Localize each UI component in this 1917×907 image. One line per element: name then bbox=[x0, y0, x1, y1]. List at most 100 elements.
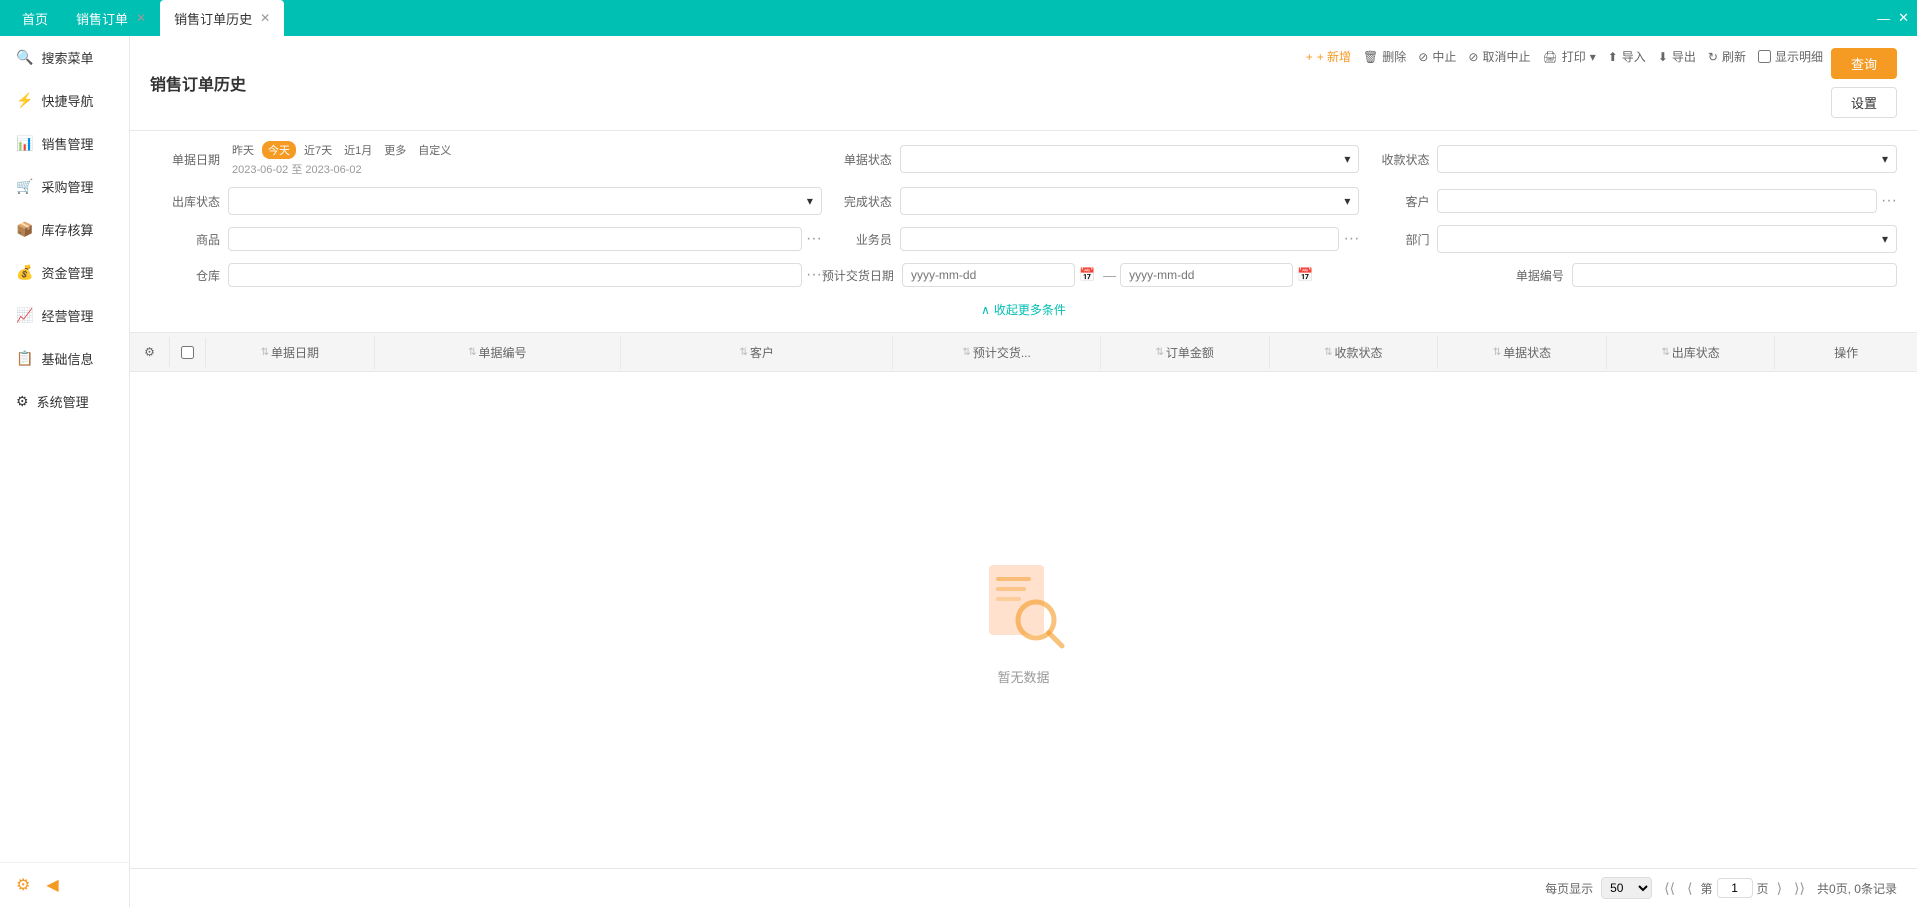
import-button[interactable]: ⬆ 导入 bbox=[1608, 48, 1646, 65]
sales-person-label: 业务员 bbox=[822, 231, 892, 248]
page-prev-btn[interactable]: ⟨ bbox=[1683, 880, 1696, 897]
sidebar-item-inventory[interactable]: 📦 库存核算 bbox=[0, 208, 129, 251]
sort-icon-date: ⇅ bbox=[261, 347, 269, 358]
delivery-date-end[interactable] bbox=[1120, 263, 1293, 287]
department-select[interactable]: ▾ bbox=[1437, 225, 1897, 253]
customer-dots-btn[interactable]: ··· bbox=[1881, 192, 1897, 210]
tab-sales-order-close[interactable]: ✕ bbox=[136, 11, 146, 25]
delivery-date-start[interactable] bbox=[902, 263, 1075, 287]
sales-icon: 📊 bbox=[16, 135, 33, 152]
page-input[interactable] bbox=[1717, 878, 1753, 898]
sales-person-dots-btn[interactable]: ··· bbox=[1343, 230, 1359, 248]
tab-sales-order-label: 销售订单 bbox=[76, 9, 128, 28]
th-amount[interactable]: ⇅ 订单金额 bbox=[1101, 336, 1270, 369]
filter-row-1: 单据日期 昨天 今天 近7天 近1月 更多 自定义 2023-06-02 至 2… bbox=[150, 141, 1897, 177]
th-date[interactable]: ⇅ 单据日期 bbox=[206, 336, 375, 369]
collapse-icon: ∧ bbox=[981, 303, 990, 317]
refresh-button[interactable]: ↻ 刷新 bbox=[1708, 48, 1746, 65]
date-shortcuts: 昨天 今天 近7天 近1月 更多 自定义 bbox=[228, 141, 455, 159]
page-last-btn[interactable]: ⟩⟩ bbox=[1790, 880, 1809, 897]
customer-input[interactable] bbox=[1437, 189, 1877, 213]
window-minimize[interactable]: — bbox=[1877, 11, 1890, 26]
th-settings[interactable]: ⚙ bbox=[130, 337, 170, 367]
display-detail-input[interactable] bbox=[1758, 50, 1771, 63]
tab-sales-order-history[interactable]: 销售订单历史 ✕ bbox=[160, 0, 284, 36]
pay-status-label: 收款状态 bbox=[1359, 151, 1429, 168]
cancel-stop-button[interactable]: ⊘ 取消中止 bbox=[1468, 48, 1530, 65]
date-btn-yesterday[interactable]: 昨天 bbox=[228, 141, 258, 159]
display-detail-checkbox[interactable]: 显示明细 bbox=[1758, 48, 1823, 65]
date-separator: — bbox=[1103, 268, 1116, 283]
tab-sales-order[interactable]: 销售订单 ✕ bbox=[62, 0, 160, 36]
content-area: 销售订单历史 + + 新增 🗑 删除 ⊘ 中止 bbox=[130, 36, 1917, 907]
window-close[interactable]: ✕ bbox=[1898, 10, 1909, 26]
export-button[interactable]: ⬇ 导出 bbox=[1658, 48, 1696, 65]
tab-home[interactable]: 首页 bbox=[8, 0, 62, 36]
sales-person-input[interactable] bbox=[900, 227, 1340, 251]
collapse-button[interactable]: ∧ 收起更多条件 bbox=[150, 297, 1897, 322]
page-next-btn[interactable]: ⟩ bbox=[1773, 880, 1786, 897]
tab-sales-order-history-close[interactable]: ✕ bbox=[260, 11, 270, 25]
date-btn-1month[interactable]: 近1月 bbox=[340, 141, 376, 159]
delete-button[interactable]: 🗑 删除 bbox=[1363, 48, 1406, 65]
sidebar-settings-icon[interactable]: ⚙ bbox=[16, 875, 30, 895]
warehouse-label: 仓库 bbox=[150, 267, 220, 284]
sidebar-item-search[interactable]: 🔍 搜索菜单 bbox=[0, 36, 129, 79]
date-btn-today[interactable]: 今天 bbox=[262, 141, 296, 159]
cancel-stop-label: 取消中止 bbox=[1482, 48, 1530, 65]
order-status-dropdown-icon: ▾ bbox=[1344, 152, 1350, 166]
setting-button[interactable]: 设置 bbox=[1831, 87, 1897, 118]
window-controls: — ✕ bbox=[1877, 10, 1909, 26]
completion-status-select[interactable]: ▾ bbox=[900, 187, 1360, 215]
sidebar-item-basic[interactable]: 📋 基础信息 bbox=[0, 337, 129, 380]
date-btn-7days[interactable]: 近7天 bbox=[300, 141, 336, 159]
order-no-input[interactable] bbox=[1572, 263, 1897, 287]
sidebar-item-operation[interactable]: 📈 经营管理 bbox=[0, 294, 129, 337]
sort-icon-number: ⇅ bbox=[468, 347, 476, 358]
warehouse-input[interactable] bbox=[228, 263, 802, 287]
print-button[interactable]: 🖨 打印 ▾ bbox=[1542, 48, 1595, 65]
select-all-checkbox[interactable] bbox=[181, 346, 194, 359]
sidebar-collapse-icon[interactable]: ◀ bbox=[46, 875, 58, 895]
th-out-status[interactable]: ⇅ 出库状态 bbox=[1607, 336, 1776, 369]
filter-row-4: 仓库 ··· 预计交货日期 📅 — 📅 单据编号 bbox=[150, 263, 1897, 287]
sidebar-item-quick-nav[interactable]: ⚡ 快捷导航 bbox=[0, 79, 129, 122]
date-btn-custom[interactable]: 自定义 bbox=[414, 141, 455, 159]
date-btn-more[interactable]: 更多 bbox=[380, 141, 410, 159]
th-pay-status[interactable]: ⇅ 收款状态 bbox=[1270, 336, 1439, 369]
import-label: 导入 bbox=[1622, 48, 1646, 65]
query-button[interactable]: 查询 bbox=[1831, 48, 1897, 79]
tab-home-label: 首页 bbox=[22, 9, 48, 28]
sidebar-item-finance[interactable]: 💰 资金管理 bbox=[0, 251, 129, 294]
filter-warehouse: 仓库 ··· bbox=[150, 263, 822, 287]
calendar-start-icon[interactable]: 📅 bbox=[1079, 267, 1095, 283]
page-first-btn[interactable]: ⟨⟨ bbox=[1660, 880, 1679, 897]
sidebar-item-sales[interactable]: 📊 销售管理 bbox=[0, 122, 129, 165]
pay-status-select[interactable]: ▾ bbox=[1437, 145, 1897, 173]
th-delivery[interactable]: ⇅ 预计交货... bbox=[893, 336, 1101, 369]
calendar-end-icon[interactable]: 📅 bbox=[1297, 267, 1313, 283]
th-customer[interactable]: ⇅ 客户 bbox=[621, 336, 893, 369]
print-label: 打印 bbox=[1562, 48, 1586, 65]
stop-button[interactable]: ⊘ 中止 bbox=[1418, 48, 1456, 65]
page-header: 销售订单历史 + + 新增 🗑 删除 ⊘ 中止 bbox=[130, 36, 1917, 131]
filter-department: 部门 ▾ bbox=[1359, 225, 1897, 253]
product-dots-btn[interactable]: ··· bbox=[806, 230, 822, 248]
page-size-select[interactable]: 50 10 20 100 bbox=[1601, 877, 1652, 899]
out-status-select[interactable]: ▾ bbox=[228, 187, 822, 215]
export-label: 导出 bbox=[1672, 48, 1696, 65]
product-input[interactable] bbox=[228, 227, 802, 251]
new-label: + 新增 bbox=[1317, 48, 1351, 65]
th-order-status[interactable]: ⇅ 单据状态 bbox=[1438, 336, 1607, 369]
warehouse-dots-btn[interactable]: ··· bbox=[806, 266, 822, 284]
order-no-label: 单据编号 bbox=[1494, 267, 1564, 284]
new-button[interactable]: + + 新增 bbox=[1306, 48, 1351, 65]
order-status-select[interactable]: ▾ bbox=[900, 145, 1360, 173]
top-bar: 首页 销售订单 ✕ 销售订单历史 ✕ — ✕ bbox=[0, 0, 1917, 36]
sidebar-item-purchase[interactable]: 🛒 采购管理 bbox=[0, 165, 129, 208]
export-icon: ⬇ bbox=[1658, 50, 1668, 64]
new-icon: + bbox=[1306, 50, 1313, 64]
delete-label: 删除 bbox=[1382, 48, 1406, 65]
th-number[interactable]: ⇅ 单据编号 bbox=[375, 336, 621, 369]
sidebar-item-system[interactable]: ⚙ 系统管理 bbox=[0, 380, 129, 423]
